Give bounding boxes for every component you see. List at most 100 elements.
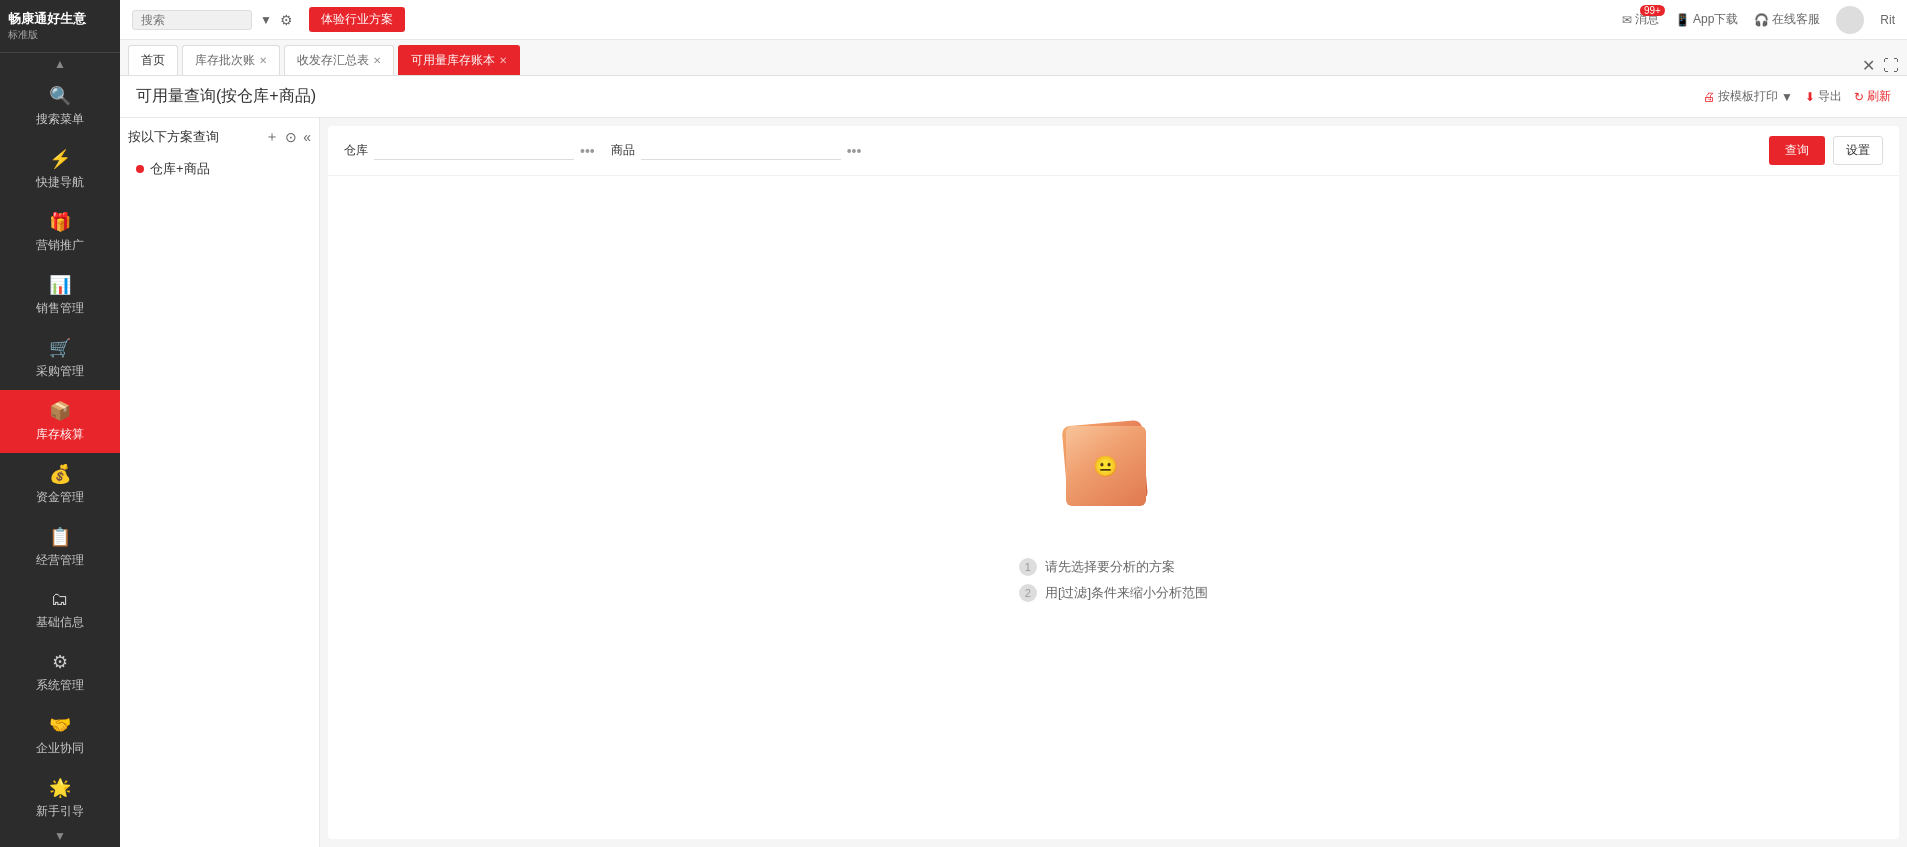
app-logo: 畅康通好生意 标准版 — [0, 0, 120, 53]
sidebar-item-purchase[interactable]: 🛒 采购管理 — [0, 327, 120, 390]
export-label: 导出 — [1818, 88, 1842, 105]
sidebar-item-label: 采购管理 — [36, 363, 84, 380]
tab-summary[interactable]: 收发存汇总表 ✕ — [284, 45, 394, 75]
tabs-right-actions: ✕ ⛶ — [1862, 56, 1899, 75]
sidebar-item-marketing[interactable]: 🎁 营销推广 — [0, 201, 120, 264]
trial-button[interactable]: 体验行业方案 — [309, 7, 405, 32]
query-button[interactable]: 查询 — [1769, 136, 1825, 165]
filter-panel-title: 按以下方案查询 — [128, 128, 219, 146]
sidebar-item-system[interactable]: ⚙ 系统管理 — [0, 641, 120, 704]
filter-panel-header: 按以下方案查询 ＋ ⊙ « — [128, 128, 311, 146]
topbar-dropdown[interactable]: ▼ — [260, 13, 272, 27]
empty-box-face: 😐 — [1066, 426, 1146, 506]
username-label: Rit — [1880, 13, 1895, 27]
sidebar-item-operations[interactable]: 📋 经营管理 — [0, 516, 120, 579]
product-input[interactable] — [641, 141, 841, 160]
sidebar-item-label: 新手引导 — [36, 803, 84, 820]
sidebar-item-label: 系统管理 — [36, 677, 84, 694]
print-label: 按模板打印 — [1718, 88, 1778, 105]
message-icon: ✉ — [1622, 13, 1632, 27]
empty-state: 😐 1 请先选择要分析的方案 2 用[过滤]条件来缩小分析范围 — [328, 176, 1899, 839]
close-all-tabs-button[interactable]: ✕ — [1862, 56, 1875, 75]
shortcut-icon: ⚡ — [49, 148, 71, 170]
export-button[interactable]: ⬇ 导出 — [1805, 88, 1842, 105]
empty-hint-1: 1 请先选择要分析的方案 — [1019, 558, 1208, 576]
main-area: ▼ ⚙ 体验行业方案 ✉ 消息 99+ 📱 App下载 🎧 在线客服 Rit 首… — [120, 0, 1907, 847]
filter-panel: 按以下方案查询 ＋ ⊙ « 仓库+商品 — [120, 118, 320, 847]
operations-icon: 📋 — [49, 526, 71, 548]
hint-2-number: 2 — [1019, 584, 1037, 602]
collapse-button[interactable]: « — [303, 129, 311, 145]
system-icon: ⚙ — [52, 651, 68, 673]
sidebar-item-label: 企业协同 — [36, 740, 84, 757]
sidebar-item-enterprise[interactable]: 🤝 企业协同 — [0, 704, 120, 767]
tab-available[interactable]: 可用量库存账本 ✕ — [398, 45, 520, 75]
hint-1-text: 请先选择要分析的方案 — [1045, 558, 1175, 576]
avatar[interactable] — [1836, 6, 1864, 34]
tab-bar: 首页 库存批次账 ✕ 收发存汇总表 ✕ 可用量库存账本 ✕ ✕ ⛶ — [120, 40, 1907, 76]
sidebar-item-search[interactable]: 🔍 搜索菜单 — [0, 75, 120, 138]
add-scheme-button[interactable]: ＋ — [265, 128, 279, 146]
product-label: 商品 — [611, 142, 635, 159]
tab-batch-close[interactable]: ✕ — [259, 55, 267, 66]
warehouse-input[interactable] — [374, 141, 574, 160]
warehouse-label: 仓库 — [344, 142, 368, 159]
sidebar-item-basic[interactable]: 🗂 基础信息 — [0, 579, 120, 641]
app-name: 畅康通好生意 — [8, 10, 112, 28]
print-button[interactable]: 🖨 按模板打印 ▼ — [1703, 88, 1793, 105]
sidebar-scroll-up[interactable]: ▲ — [0, 53, 120, 75]
query-area: 仓库 ••• 商品 ••• 查询 设置 — [328, 126, 1899, 839]
app-download-button[interactable]: 📱 App下载 — [1675, 11, 1738, 28]
sidebar: 畅康通好生意 标准版 ▲ 🔍 搜索菜单 ⚡ 快捷导航 🎁 营销推广 📊 销售管理… — [0, 0, 120, 847]
refresh-label: 刷新 — [1867, 88, 1891, 105]
sidebar-item-label: 搜索菜单 — [36, 111, 84, 128]
search-input[interactable] — [132, 10, 252, 30]
online-service-button[interactable]: 🎧 在线客服 — [1754, 11, 1820, 28]
expand-tab-button[interactable]: ⛶ — [1883, 57, 1899, 75]
basic-icon: 🗂 — [51, 589, 69, 610]
page-actions: 🖨 按模板打印 ▼ ⬇ 导出 ↻ 刷新 — [1703, 88, 1891, 105]
sidebar-item-finance[interactable]: 💰 资金管理 — [0, 453, 120, 516]
message-button[interactable]: ✉ 消息 99+ — [1622, 11, 1659, 28]
app-download-label: App下载 — [1693, 11, 1738, 28]
sidebar-item-inventory[interactable]: 📦 库存核算 — [0, 390, 120, 453]
message-badge: 99+ — [1640, 5, 1665, 16]
topbar: ▼ ⚙ 体验行业方案 ✉ 消息 99+ 📱 App下载 🎧 在线客服 Rit — [120, 0, 1907, 40]
marketing-icon: 🎁 — [49, 211, 71, 233]
tab-available-close[interactable]: ✕ — [499, 55, 507, 66]
tab-home-label: 首页 — [141, 52, 165, 69]
tab-summary-close[interactable]: ✕ — [373, 55, 381, 66]
sidebar-item-shortcut[interactable]: ⚡ 快捷导航 — [0, 138, 120, 201]
refresh-button[interactable]: ↻ 刷新 — [1854, 88, 1891, 105]
sidebar-scroll-down[interactable]: ▼ — [0, 825, 120, 847]
page-title: 可用量查询(按仓库+商品) — [136, 86, 316, 107]
sidebar-item-sales[interactable]: 📊 销售管理 — [0, 264, 120, 327]
content-area: 按以下方案查询 ＋ ⊙ « 仓库+商品 仓库 ••• — [120, 118, 1907, 847]
hint-2-text: 用[过滤]条件来缩小分析范围 — [1045, 584, 1208, 602]
tab-batch-label: 库存批次账 — [195, 52, 255, 69]
sidebar-item-label: 营销推广 — [36, 237, 84, 254]
tab-home[interactable]: 首页 — [128, 45, 178, 75]
empty-box-eyes: 😐 — [1093, 454, 1118, 478]
product-filter-field: 商品 ••• — [611, 141, 862, 160]
product-more-button[interactable]: ••• — [847, 143, 862, 159]
tab-available-label: 可用量库存账本 — [411, 52, 495, 69]
sidebar-item-label: 快捷导航 — [36, 174, 84, 191]
sidebar-item-label: 销售管理 — [36, 300, 84, 317]
edit-scheme-button[interactable]: ⊙ — [285, 129, 297, 145]
empty-illustration: 😐 — [1054, 414, 1174, 534]
print-dropdown-icon[interactable]: ▼ — [1781, 90, 1793, 104]
warehouse-more-button[interactable]: ••• — [580, 143, 595, 159]
page-header: 可用量查询(按仓库+商品) 🖨 按模板打印 ▼ ⬇ 导出 ↻ 刷新 — [120, 76, 1907, 118]
sidebar-item-label: 经营管理 — [36, 552, 84, 569]
print-icon: 🖨 — [1703, 90, 1715, 104]
settings-button[interactable]: 设置 — [1833, 136, 1883, 165]
gear-icon[interactable]: ⚙ — [280, 12, 293, 28]
topbar-right: ✉ 消息 99+ 📱 App下载 🎧 在线客服 Rit — [1622, 6, 1895, 34]
sidebar-nav: 🔍 搜索菜单 ⚡ 快捷导航 🎁 营销推广 📊 销售管理 🛒 采购管理 📦 库存核… — [0, 75, 120, 825]
scheme-label: 仓库+商品 — [150, 160, 210, 178]
enterprise-icon: 🤝 — [49, 714, 71, 736]
scheme-item-warehouse-product[interactable]: 仓库+商品 — [128, 154, 311, 184]
sidebar-item-newbie[interactable]: 🌟 新手引导 — [0, 767, 120, 825]
tab-batch[interactable]: 库存批次账 ✕ — [182, 45, 280, 75]
